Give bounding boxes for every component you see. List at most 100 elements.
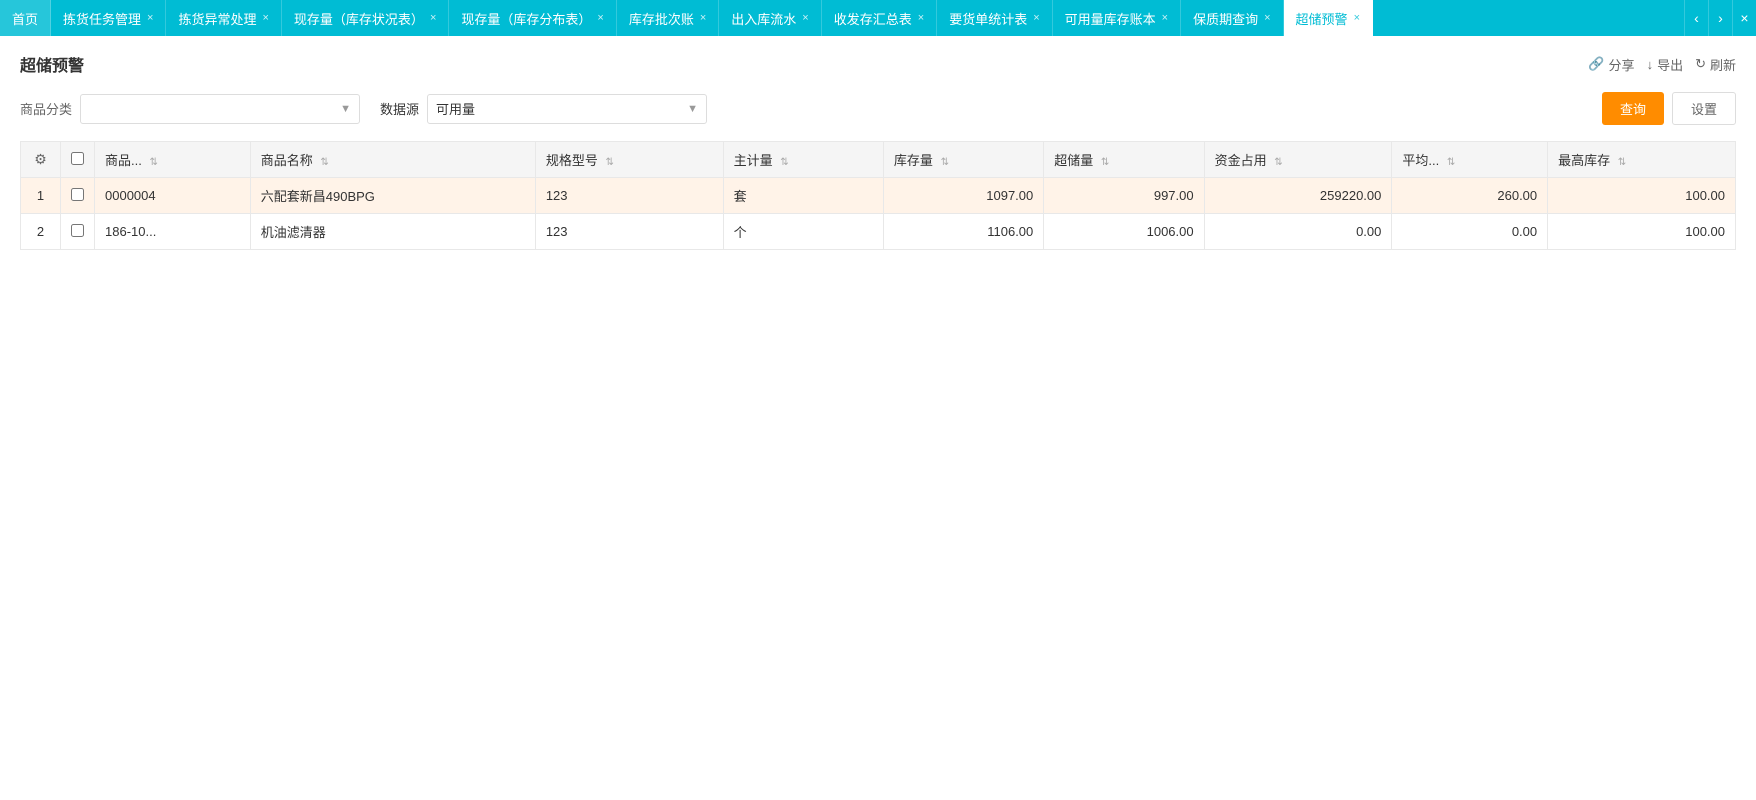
nav-stock-status[interactable]: 现存量（库存状况表） × — [282, 0, 449, 36]
th-product-code[interactable]: 商品... ⇅ — [95, 142, 251, 178]
th-product-name[interactable]: 商品名称 ⇅ — [250, 142, 535, 178]
th-checkbox[interactable] — [61, 142, 95, 178]
nav-arrow-group: ‹ › × — [1684, 0, 1756, 36]
sort-icon: ⇅ — [605, 157, 613, 168]
row-unit: 个 — [723, 214, 883, 250]
nav-right-arrow[interactable]: › — [1708, 0, 1732, 36]
gear-icon: ⚙ — [34, 151, 47, 167]
row-stock: 1097.00 — [883, 178, 1043, 214]
nav-collect-summary[interactable]: 收发存汇总表 × — [822, 0, 937, 36]
export-button[interactable]: ↓ 导出 — [1647, 55, 1684, 74]
close-icon[interactable]: × — [1162, 12, 1168, 24]
row-product-code: 186-10... — [95, 214, 251, 250]
row-unit: 套 — [723, 178, 883, 214]
sort-icon: ⇅ — [1101, 157, 1109, 168]
th-over-stock[interactable]: 超储量 ⇅ — [1044, 142, 1204, 178]
row-index: 2 — [21, 214, 61, 250]
row-capital: 259220.00 — [1204, 178, 1392, 214]
nav-expiry-query[interactable]: 保质期查询 × — [1181, 0, 1283, 36]
nav-pick-exception[interactable]: 拣货异常处理 × — [166, 0, 281, 36]
nav-home[interactable]: 首页 — [0, 0, 51, 36]
row-spec: 123 — [535, 214, 723, 250]
nav-pick-task[interactable]: 拣货任务管理 × — [51, 0, 166, 36]
sort-icon: ⇅ — [780, 157, 788, 168]
sort-icon: ⇅ — [941, 157, 949, 168]
sort-icon: ⇅ — [1618, 157, 1626, 168]
datasource-select[interactable]: 可用量 ▼ — [427, 94, 707, 124]
row-over-stock: 1006.00 — [1044, 214, 1204, 250]
row-stock: 1106.00 — [883, 214, 1043, 250]
row-product-name: 六配套新昌490BPG — [250, 178, 535, 214]
share-icon: 🔗 — [1588, 56, 1604, 72]
close-icon[interactable]: × — [430, 12, 436, 24]
row-avg: 0.00 — [1392, 214, 1548, 250]
table-row: 2 186-10... 机油滤清器 123 个 1106.00 1006.00 … — [21, 214, 1736, 250]
set-button[interactable]: 设置 — [1672, 92, 1736, 125]
close-icon[interactable]: × — [918, 12, 924, 24]
close-icon[interactable]: × — [1354, 12, 1360, 24]
query-button[interactable]: 查询 — [1602, 92, 1664, 125]
row-max-stock: 100.00 — [1548, 178, 1736, 214]
th-spec[interactable]: 规格型号 ⇅ — [535, 142, 723, 178]
category-filter: 商品分类 ▼ — [20, 94, 360, 124]
category-label: 商品分类 — [20, 99, 72, 118]
close-icon[interactable]: × — [262, 12, 268, 24]
row-capital: 0.00 — [1204, 214, 1392, 250]
data-table: ⚙ 商品... ⇅ 商品名称 ⇅ 规格型号 ⇅ 主计量 — [20, 141, 1736, 250]
nav-inout-flow[interactable]: 出入库流水 × — [719, 0, 821, 36]
close-icon[interactable]: × — [802, 12, 808, 24]
th-max-stock[interactable]: 最高库存 ⇅ — [1548, 142, 1736, 178]
th-unit[interactable]: 主计量 ⇅ — [723, 142, 883, 178]
row-product-code: 0000004 — [95, 178, 251, 214]
row-checkbox-cell[interactable] — [61, 214, 95, 250]
nav-close-arrow[interactable]: × — [1732, 0, 1756, 36]
close-icon[interactable]: × — [700, 12, 706, 24]
th-capital[interactable]: 资金占用 ⇅ — [1204, 142, 1392, 178]
datasource-value: 可用量 — [436, 99, 475, 118]
select-all-checkbox[interactable] — [71, 152, 84, 165]
datasource-label: 数据源 — [380, 99, 419, 118]
chevron-down-icon: ▼ — [340, 103, 351, 115]
row-over-stock: 997.00 — [1044, 178, 1204, 214]
close-icon[interactable]: × — [147, 12, 153, 24]
header-actions: 🔗 分享 ↓ 导出 ↻ 刷新 — [1588, 55, 1736, 74]
chevron-down-icon: ▼ — [687, 103, 698, 115]
sort-icon: ⇅ — [1447, 157, 1455, 168]
row-max-stock: 100.00 — [1548, 214, 1736, 250]
row-checkbox[interactable] — [71, 224, 84, 237]
nav-order-stats[interactable]: 要货单统计表 × — [937, 0, 1052, 36]
page-content: 超储预警 🔗 分享 ↓ 导出 ↻ 刷新 商品分类 ▼ 数据源 — [0, 36, 1756, 800]
table-header-row: ⚙ 商品... ⇅ 商品名称 ⇅ 规格型号 ⇅ 主计量 — [21, 142, 1736, 178]
filter-row: 商品分类 ▼ 数据源 可用量 ▼ 查询 设置 — [20, 92, 1736, 125]
refresh-button[interactable]: ↻ 刷新 — [1695, 55, 1736, 74]
export-icon: ↓ — [1647, 57, 1654, 72]
page-header: 超储预警 🔗 分享 ↓ 导出 ↻ 刷新 — [20, 52, 1736, 76]
top-navigation: 首页 拣货任务管理 × 拣货异常处理 × 现存量（库存状况表） × 现存量（库存… — [0, 0, 1756, 36]
row-checkbox-cell[interactable] — [61, 178, 95, 214]
th-stock[interactable]: 库存量 ⇅ — [883, 142, 1043, 178]
row-index: 1 — [21, 178, 61, 214]
close-icon[interactable]: × — [597, 12, 603, 24]
nav-available-ledger[interactable]: 可用量库存账本 × — [1053, 0, 1181, 36]
nav-overstock-warning[interactable]: 超储预警 × — [1284, 0, 1373, 36]
nav-batch-account[interactable]: 库存批次账 × — [617, 0, 719, 36]
sort-icon: ⇅ — [1274, 157, 1282, 168]
row-checkbox[interactable] — [71, 188, 84, 201]
category-select[interactable]: ▼ — [80, 94, 360, 124]
row-product-name: 机油滤清器 — [250, 214, 535, 250]
nav-left-arrow[interactable]: ‹ — [1684, 0, 1708, 36]
sort-icon: ⇅ — [149, 157, 157, 168]
refresh-icon: ↻ — [1695, 56, 1706, 72]
page-title: 超储预警 — [20, 52, 84, 76]
row-spec: 123 — [535, 178, 723, 214]
row-avg: 260.00 — [1392, 178, 1548, 214]
datasource-filter: 数据源 可用量 ▼ — [380, 94, 707, 124]
sort-icon: ⇅ — [320, 157, 328, 168]
nav-stock-dist[interactable]: 现存量（库存分布表） × — [449, 0, 616, 36]
th-avg[interactable]: 平均... ⇅ — [1392, 142, 1548, 178]
share-button[interactable]: 🔗 分享 — [1588, 55, 1634, 74]
close-icon[interactable]: × — [1264, 12, 1270, 24]
filter-buttons: 查询 设置 — [1602, 92, 1736, 125]
close-icon[interactable]: × — [1033, 12, 1039, 24]
th-gear[interactable]: ⚙ — [21, 142, 61, 178]
